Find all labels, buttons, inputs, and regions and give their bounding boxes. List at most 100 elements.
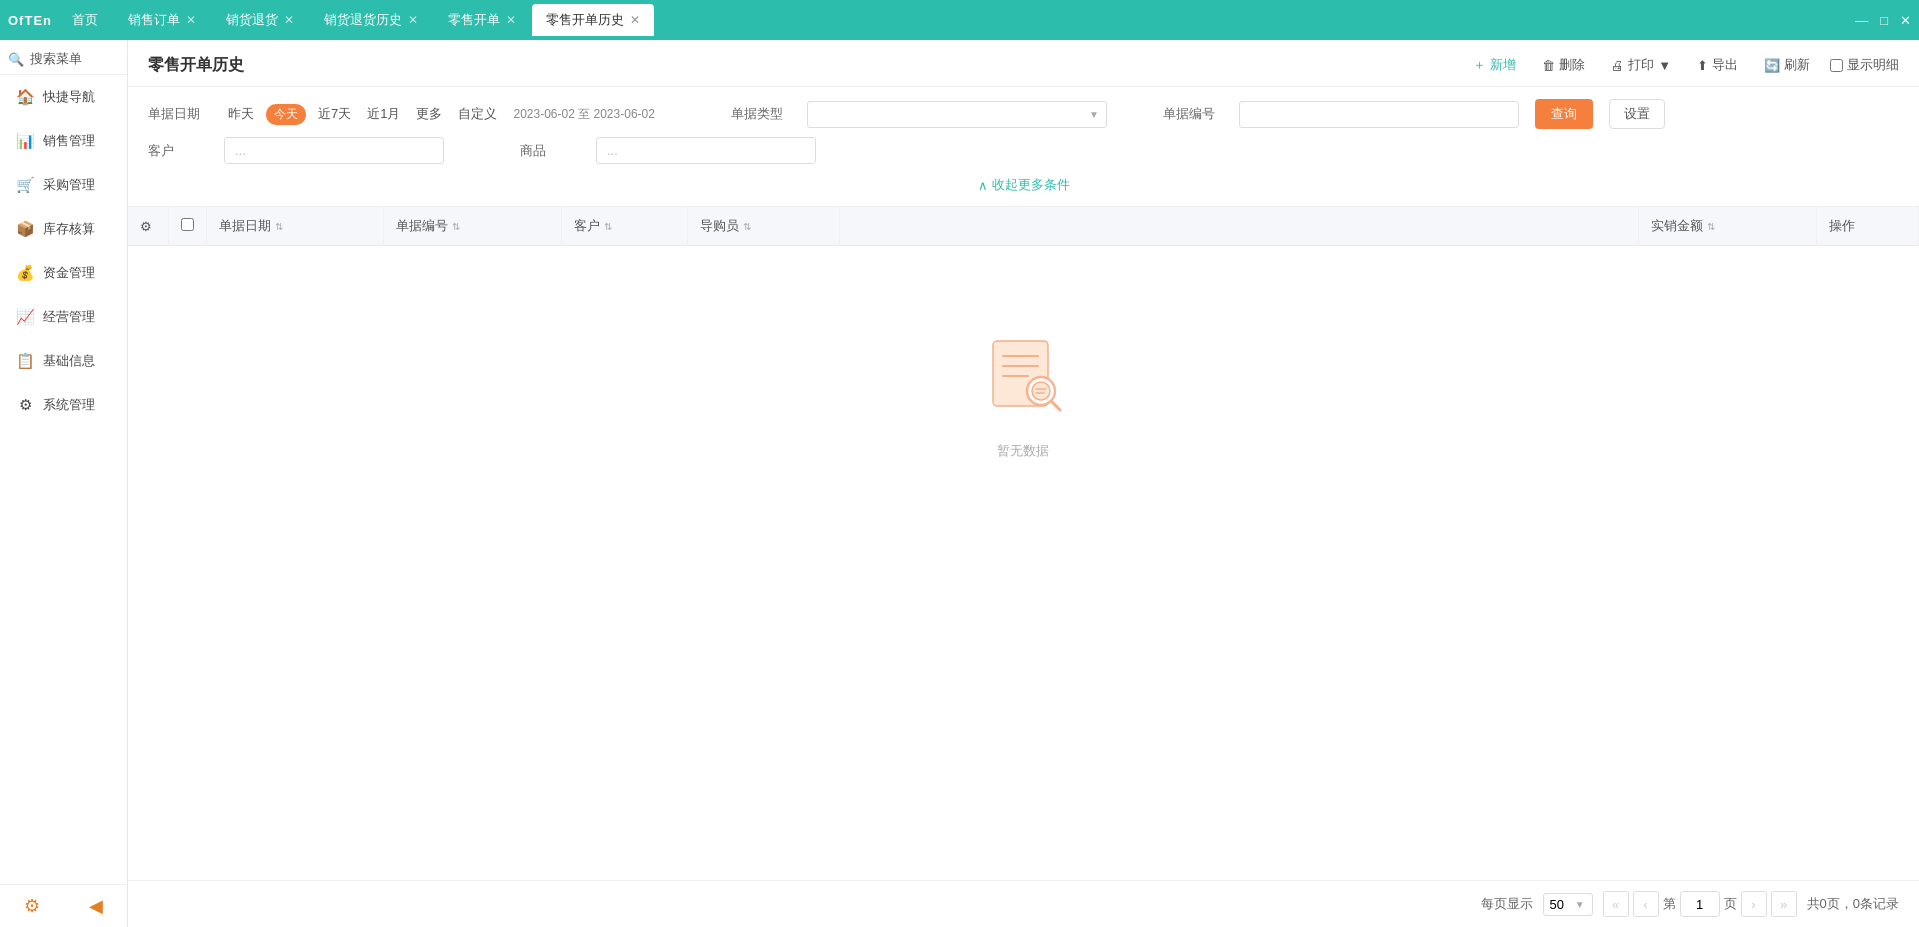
main-layout: 🔍 搜索菜单 🏠 快捷导航 📊 销售管理 🛒 采购管理 📦 库存核算 💰 资金管… [0, 40, 1919, 927]
close-button[interactable]: ✕ [1900, 13, 1911, 28]
per-page-select[interactable]: 10 20 50 100 [1543, 893, 1593, 916]
col-customer-sort[interactable]: 客户 ⇅ [574, 217, 675, 235]
prev-page-button[interactable]: ‹ [1633, 891, 1659, 917]
basics-icon: 📋 [15, 351, 35, 371]
print-button[interactable]: 🖨 打印 ▼ [1605, 52, 1677, 78]
col-date: 单据日期 ⇅ [206, 207, 384, 246]
next-page-button[interactable]: › [1741, 891, 1767, 917]
settings-icon-bottom[interactable]: ⚙ [24, 895, 40, 917]
sidebar-item-finance[interactable]: 💰 资金管理 [0, 251, 127, 295]
last-page-button[interactable]: » [1771, 891, 1797, 917]
svg-point-5 [1032, 382, 1050, 400]
doc-num-input[interactable] [1239, 101, 1519, 128]
refresh-button[interactable]: 🔄 刷新 [1758, 52, 1816, 78]
table-header: ⚙ 单据日期 ⇅ 单据编号 [128, 207, 1919, 246]
print-arrow-icon: ▼ [1658, 58, 1671, 73]
setting-button[interactable]: 设置 [1609, 99, 1665, 129]
export-label: 导出 [1712, 56, 1738, 74]
collapse-button[interactable]: ∧ 收起更多条件 [978, 176, 1070, 194]
content-area: 零售开单历史 ＋ 新增 🗑 删除 🖨 打印 ▼ ⬆ 导出 [128, 40, 1919, 927]
filter-area: 单据日期 昨天 今天 近7天 近1月 更多 自定义 2023-06-02 至 2… [128, 87, 1919, 207]
tab-sales-order-close[interactable]: ✕ [186, 13, 196, 27]
tab-home[interactable]: 首页 [58, 4, 112, 36]
page-input[interactable]: 1 [1680, 891, 1720, 917]
display-detail-label: 显示明细 [1847, 56, 1899, 74]
pagination-bar: 每页显示 10 20 50 100 « ‹ 第 1 页 › » 共0页，0条记录 [128, 880, 1919, 927]
goods-input[interactable] [596, 137, 816, 164]
col-checkbox[interactable] [168, 207, 206, 246]
tab-sales-order-label: 销售订单 [128, 11, 180, 29]
col-docnum-sort[interactable]: 单据编号 ⇅ [396, 217, 549, 235]
date-opt-7days[interactable]: 近7天 [314, 103, 355, 125]
tab-retail-order-history[interactable]: 零售开单历史 ✕ [532, 4, 654, 36]
sidebar-item-system[interactable]: ⚙ 系统管理 [0, 383, 127, 427]
display-detail-checkbox[interactable]: 显示明细 [1830, 56, 1899, 74]
svg-line-6 [1051, 401, 1060, 410]
sidebar-item-purchase[interactable]: 🛒 采购管理 [0, 163, 127, 207]
col-settings[interactable]: ⚙ [128, 207, 168, 246]
col-spacer [839, 207, 1638, 246]
date-opt-custom[interactable]: 自定义 [454, 103, 501, 125]
sidebar-item-inventory[interactable]: 📦 库存核算 [0, 207, 127, 251]
sidebar-item-finance-label: 资金管理 [43, 264, 95, 282]
tab-home-label: 首页 [72, 11, 98, 29]
col-salesperson-sort-icon: ⇅ [743, 221, 751, 232]
sidebar-item-quick-nav[interactable]: 🏠 快捷导航 [0, 75, 127, 119]
empty-state-cell: 暂无数据 [128, 246, 1919, 501]
select-all-checkbox[interactable] [181, 218, 194, 231]
customer-filter-label: 客户 [148, 142, 208, 160]
tab-sales-return-history[interactable]: 销货退货历史 ✕ [310, 4, 432, 36]
tab-sales-order[interactable]: 销售订单 ✕ [114, 4, 210, 36]
sidebar-bottom: ⚙ ◀ [0, 884, 127, 927]
col-date-sort[interactable]: 单据日期 ⇅ [219, 217, 372, 235]
page-label: 第 [1663, 895, 1676, 913]
finance-icon: 💰 [15, 263, 35, 283]
search-icon: 🔍 [8, 52, 24, 67]
sidebar-item-basics[interactable]: 📋 基础信息 [0, 339, 127, 383]
col-docnum: 单据编号 ⇅ [384, 207, 562, 246]
display-detail-input[interactable] [1830, 59, 1843, 72]
col-salesperson-label: 导购员 [700, 217, 739, 235]
tab-sales-return-close[interactable]: ✕ [284, 13, 294, 27]
page-header: 零售开单历史 ＋ 新增 🗑 删除 🖨 打印 ▼ ⬆ 导出 [128, 40, 1919, 87]
tab-sales-return-history-label: 销货退货历史 [324, 11, 402, 29]
collapse-row: ∧ 收起更多条件 [148, 172, 1899, 194]
refresh-icon: 🔄 [1764, 58, 1780, 73]
col-salesperson-sort[interactable]: 导购员 ⇅ [700, 217, 827, 235]
maximize-button[interactable]: □ [1880, 13, 1888, 28]
query-button[interactable]: 查询 [1535, 99, 1593, 129]
add-button[interactable]: ＋ 新增 [1467, 52, 1522, 78]
tab-retail-order-close[interactable]: ✕ [506, 13, 516, 27]
inventory-icon: 📦 [15, 219, 35, 239]
tab-sales-return[interactable]: 销货退货 ✕ [212, 4, 308, 36]
sales-icon: 📊 [15, 131, 35, 151]
sidebar-item-operations-label: 经营管理 [43, 308, 95, 326]
date-opt-yesterday[interactable]: 昨天 [224, 103, 258, 125]
tab-retail-order-label: 零售开单 [448, 11, 500, 29]
first-page-button[interactable]: « [1603, 891, 1629, 917]
export-button[interactable]: ⬆ 导出 [1691, 52, 1744, 78]
date-opt-more[interactable]: 更多 [412, 103, 446, 125]
empty-state: 暂无数据 [128, 246, 1919, 500]
sidebar-item-sales[interactable]: 📊 销售管理 [0, 119, 127, 163]
tab-retail-order[interactable]: 零售开单 ✕ [434, 4, 530, 36]
collapse-sidebar-icon[interactable]: ◀ [89, 895, 103, 917]
date-opt-today[interactable]: 今天 [266, 104, 306, 125]
date-opt-1month[interactable]: 近1月 [363, 103, 404, 125]
minimize-button[interactable]: — [1855, 13, 1868, 28]
sidebar-item-operations[interactable]: 📈 经营管理 [0, 295, 127, 339]
sidebar-search[interactable]: 🔍 搜索菜单 [0, 40, 127, 75]
tab-sales-return-label: 销货退货 [226, 11, 278, 29]
delete-button[interactable]: 🗑 删除 [1536, 52, 1591, 78]
col-amount-sort-icon: ⇅ [1707, 221, 1715, 232]
doc-type-select[interactable] [807, 101, 1107, 128]
doc-type-label: 单据类型 [731, 105, 791, 123]
customer-input[interactable] [224, 137, 444, 164]
tab-sales-return-history-close[interactable]: ✕ [408, 13, 418, 27]
table-body: 暂无数据 [128, 246, 1919, 501]
tab-retail-order-history-close[interactable]: ✕ [630, 13, 640, 27]
sidebar-item-sales-label: 销售管理 [43, 132, 95, 150]
brand-logo: OfTEn [8, 13, 52, 28]
col-amount-sort[interactable]: 实销金额 ⇅ [1651, 217, 1804, 235]
col-docnum-label: 单据编号 [396, 217, 448, 235]
